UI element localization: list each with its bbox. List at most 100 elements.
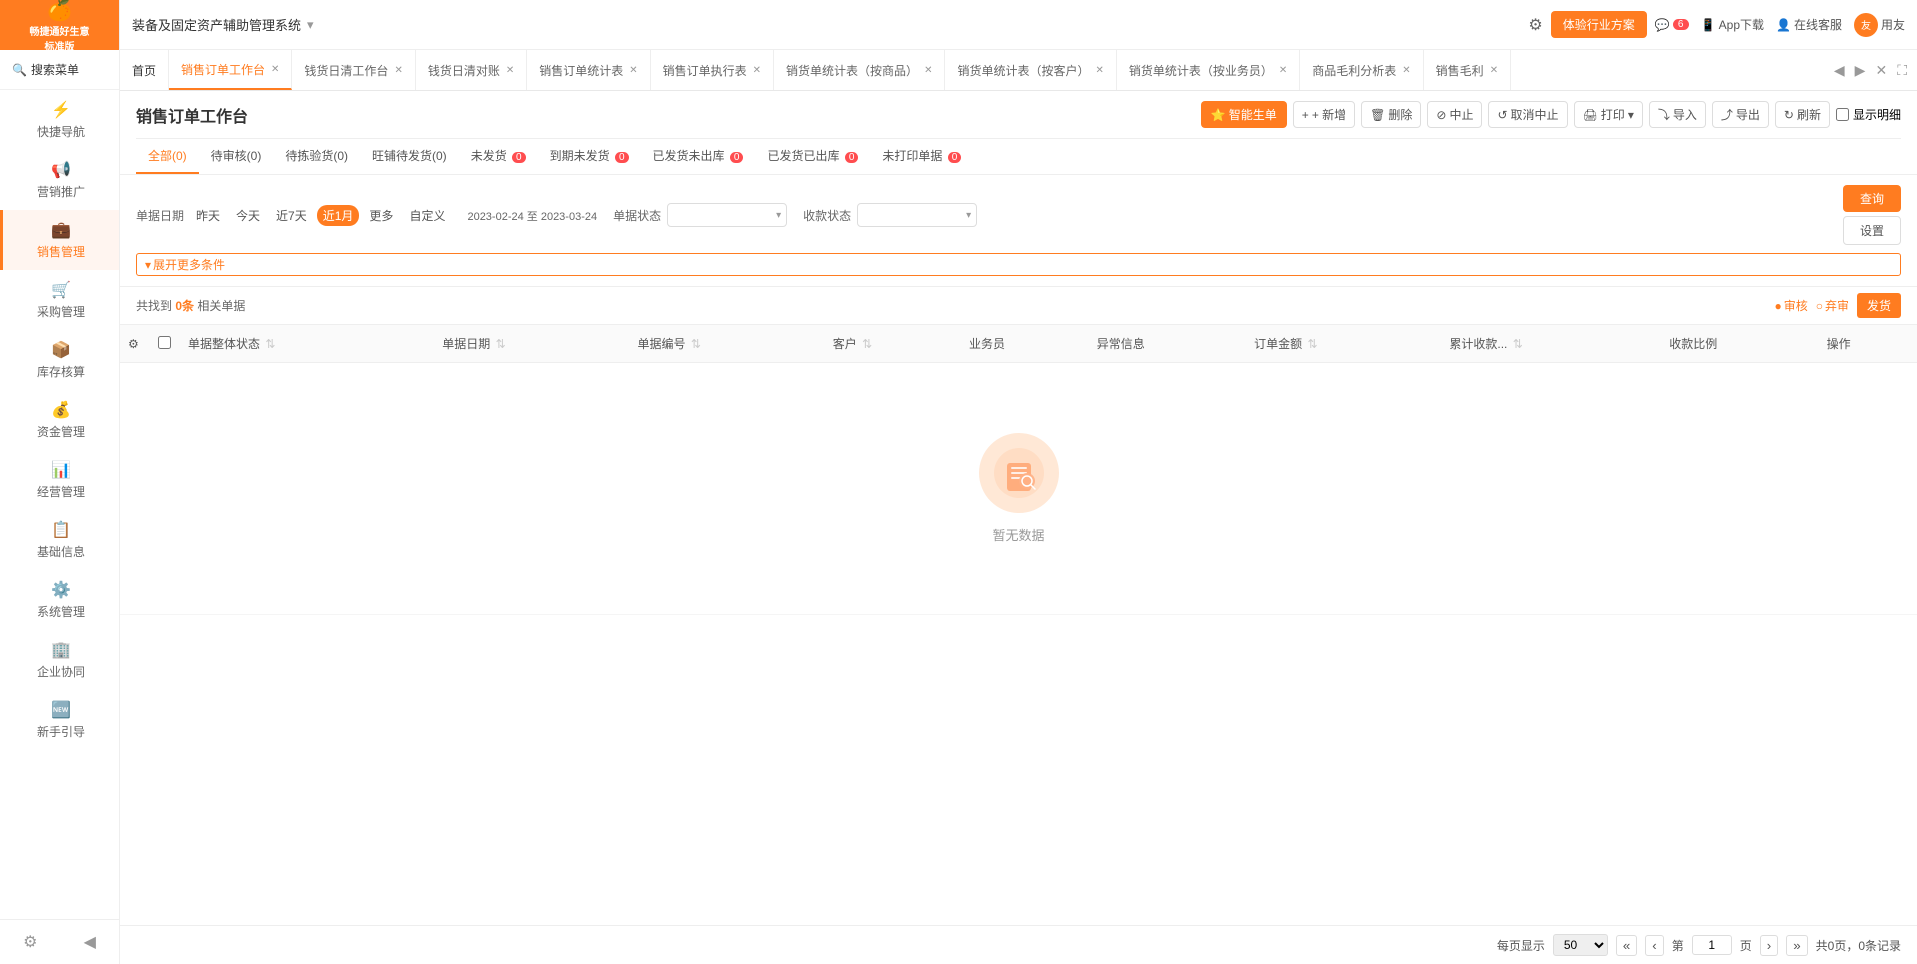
online-service-action[interactable]: 👤 在线客服	[1776, 16, 1842, 33]
sidebar-item-operations[interactable]: 📊 经营管理	[0, 450, 119, 510]
sidebar-item-enterprise[interactable]: 🏢 企业协同	[0, 630, 119, 690]
date-opt-last7[interactable]: 近7天	[270, 205, 313, 226]
inventory-icon: 📦	[51, 340, 71, 360]
sidebar-item-finance[interactable]: 💰 资金管理	[0, 390, 119, 450]
status-select[interactable]	[667, 203, 787, 227]
audit-button[interactable]: ● 审核	[1774, 293, 1807, 318]
sidebar-item-basic[interactable]: 📋 基础信息	[0, 510, 119, 570]
first-page-button[interactable]: «	[1616, 935, 1637, 956]
sort-status-icon[interactable]: ⇅	[265, 337, 275, 351]
sort-amount-icon[interactable]: ⇅	[1308, 337, 1318, 351]
sidebar-item-label: 快捷导航	[37, 123, 85, 140]
sub-tab-not-shipped[interactable]: 未发货 0	[459, 139, 538, 174]
tab-close-cash-check[interactable]: ✕	[506, 65, 514, 76]
tab-close-profit[interactable]: ✕	[1490, 65, 1498, 76]
tab-margin-analysis[interactable]: 商品毛利分析表 ✕	[1300, 50, 1423, 90]
suspend-button[interactable]: ⊘ 中止	[1427, 101, 1482, 128]
tab-prev-icon[interactable]: ◀	[1830, 60, 1849, 81]
sidebar-item-purchase[interactable]: 🛒 采购管理	[0, 270, 119, 330]
query-button[interactable]: 查询	[1843, 185, 1901, 212]
column-settings-icon[interactable]: ⚙	[128, 337, 139, 351]
sidebar-item-search[interactable]: 🔍 搜索菜单	[6, 56, 113, 83]
industry-solution-button[interactable]: 体验行业方案	[1551, 11, 1647, 38]
abandon-button[interactable]: ○ 弃审	[1816, 293, 1849, 318]
tab-order-stats[interactable]: 销售订单统计表 ✕	[527, 50, 650, 90]
collapse-icon[interactable]: ◀	[80, 928, 100, 956]
sort-customer-icon[interactable]: ⇅	[862, 337, 872, 351]
sort-date-icon[interactable]: ⇅	[496, 337, 506, 351]
sub-tab-pending-inspect[interactable]: 待拣验货(0)	[273, 139, 360, 174]
tab-sales-profit[interactable]: 销售毛利 ✕	[1424, 50, 1511, 90]
tab-daily-cash[interactable]: 钱货日清工作台 ✕	[292, 50, 415, 90]
date-opt-yesterday[interactable]: 昨天	[190, 205, 226, 226]
import-button[interactable]: ⤵ 导入	[1649, 101, 1706, 128]
topbar-dropdown-icon[interactable]: ▾	[307, 17, 314, 33]
next-page-button[interactable]: ›	[1760, 935, 1778, 956]
sidebar-item-label: 基础信息	[37, 543, 85, 560]
tab-maximize-icon[interactable]: ⛶	[1893, 60, 1911, 81]
tab-cash-check[interactable]: 钱货日清对账 ✕	[416, 50, 527, 90]
delete-button[interactable]: 🗑 删除	[1361, 101, 1421, 128]
sidebar-item-marketing[interactable]: 📢 营销推广	[0, 150, 119, 210]
settings-icon[interactable]: ⚙	[19, 928, 41, 956]
tab-close-order-exec[interactable]: ✕	[753, 65, 761, 76]
page-input[interactable]	[1692, 935, 1732, 955]
tab-close-stats-product[interactable]: ✕	[924, 65, 932, 76]
logo-icon: 🍊	[47, 0, 72, 23]
sub-tab-expired[interactable]: 到期未发货 0	[538, 139, 641, 174]
sidebar-item-quick[interactable]: ⚡ 快捷导航	[0, 90, 119, 150]
show-detail-checkbox-label[interactable]: 显示明细	[1836, 106, 1901, 123]
date-opt-last1m[interactable]: 近1月	[317, 205, 360, 226]
tab-close-sales-order[interactable]: ✕	[271, 64, 279, 75]
date-opt-custom[interactable]: 自定义	[403, 205, 451, 226]
refresh-button[interactable]: ↻ 刷新	[1775, 101, 1830, 128]
tab-close-stats-staff[interactable]: ✕	[1279, 65, 1287, 76]
filter-setting-button[interactable]: 设置	[1843, 216, 1901, 245]
smart-create-button[interactable]: ⭐ 智能生单	[1201, 101, 1287, 128]
date-options: 昨天 今天 近7天 近1月 更多 自定义	[190, 205, 451, 226]
sub-tab-all[interactable]: 全部(0)	[136, 139, 199, 174]
page-size-select[interactable]: 50 10 20 100	[1553, 934, 1608, 956]
sidebar-item-inventory[interactable]: 📦 库存核算	[0, 330, 119, 390]
sidebar-item-sales[interactable]: 💼 销售管理	[0, 210, 119, 270]
tab-close-all-icon[interactable]: ✕	[1871, 60, 1891, 81]
sub-tab-shipped-out[interactable]: 已发货已出库 0	[755, 139, 870, 174]
show-detail-checkbox[interactable]	[1836, 108, 1849, 121]
sidebar-item-system[interactable]: ⚙️ 系统管理	[0, 570, 119, 630]
tab-home[interactable]: 首页	[120, 50, 169, 90]
tab-close-daily-cash[interactable]: ✕	[394, 65, 402, 76]
expand-filter-button[interactable]: ▾ 展开更多条件	[136, 253, 1901, 276]
date-opt-more[interactable]: 更多	[363, 205, 399, 226]
export-button[interactable]: ⤴ 导出	[1712, 101, 1769, 128]
tab-close-order-stats[interactable]: ✕	[629, 65, 637, 76]
last-page-button[interactable]: »	[1786, 935, 1807, 956]
sub-tab-pending-review[interactable]: 待审核(0)	[199, 139, 274, 174]
settings-gear-icon[interactable]: ⚙	[1528, 15, 1542, 35]
select-all-checkbox[interactable]	[158, 336, 171, 349]
sort-received-icon[interactable]: ⇅	[1513, 337, 1523, 351]
tab-sales-stats-staff[interactable]: 销货单统计表（按业务员） ✕	[1117, 50, 1300, 90]
tab-close-stats-customer[interactable]: ✕	[1095, 65, 1103, 76]
tab-sales-stats-customer[interactable]: 销货单统计表（按客户） ✕	[945, 50, 1116, 90]
tab-next-icon[interactable]: ▶	[1851, 60, 1870, 81]
sub-tab-shipped-not-out[interactable]: 已发货未出库 0	[641, 139, 756, 174]
sort-number-icon[interactable]: ⇅	[691, 337, 701, 351]
date-opt-today[interactable]: 今天	[230, 205, 266, 226]
sidebar-item-guide[interactable]: 🆕 新手引导	[0, 690, 119, 750]
payment-select[interactable]	[857, 203, 977, 227]
sub-tab-not-printed[interactable]: 未打印单据 0	[870, 139, 973, 174]
user-action[interactable]: 友 用友	[1854, 13, 1905, 37]
tab-sales-stats-product[interactable]: 销货单统计表（按商品） ✕	[774, 50, 945, 90]
prev-page-button[interactable]: ‹	[1645, 935, 1663, 956]
ship-button[interactable]: 发货	[1857, 293, 1901, 318]
sub-tab-wangpu[interactable]: 旺铺待发货(0)	[360, 139, 459, 174]
basic-icon: 📋	[51, 520, 71, 540]
app-download-action[interactable]: 📱 App下载	[1701, 16, 1764, 33]
cancel-suspend-button[interactable]: ↺ 取消中止	[1488, 101, 1567, 128]
tab-sales-order[interactable]: 销售订单工作台 ✕	[169, 50, 292, 90]
tab-order-exec[interactable]: 销售订单执行表 ✕	[651, 50, 774, 90]
tab-close-margin[interactable]: ✕	[1402, 65, 1410, 76]
message-action[interactable]: 💬 6	[1655, 18, 1689, 32]
print-button[interactable]: 🖨 打印 ▾	[1574, 101, 1643, 128]
add-button[interactable]: + + 新增	[1293, 101, 1355, 128]
